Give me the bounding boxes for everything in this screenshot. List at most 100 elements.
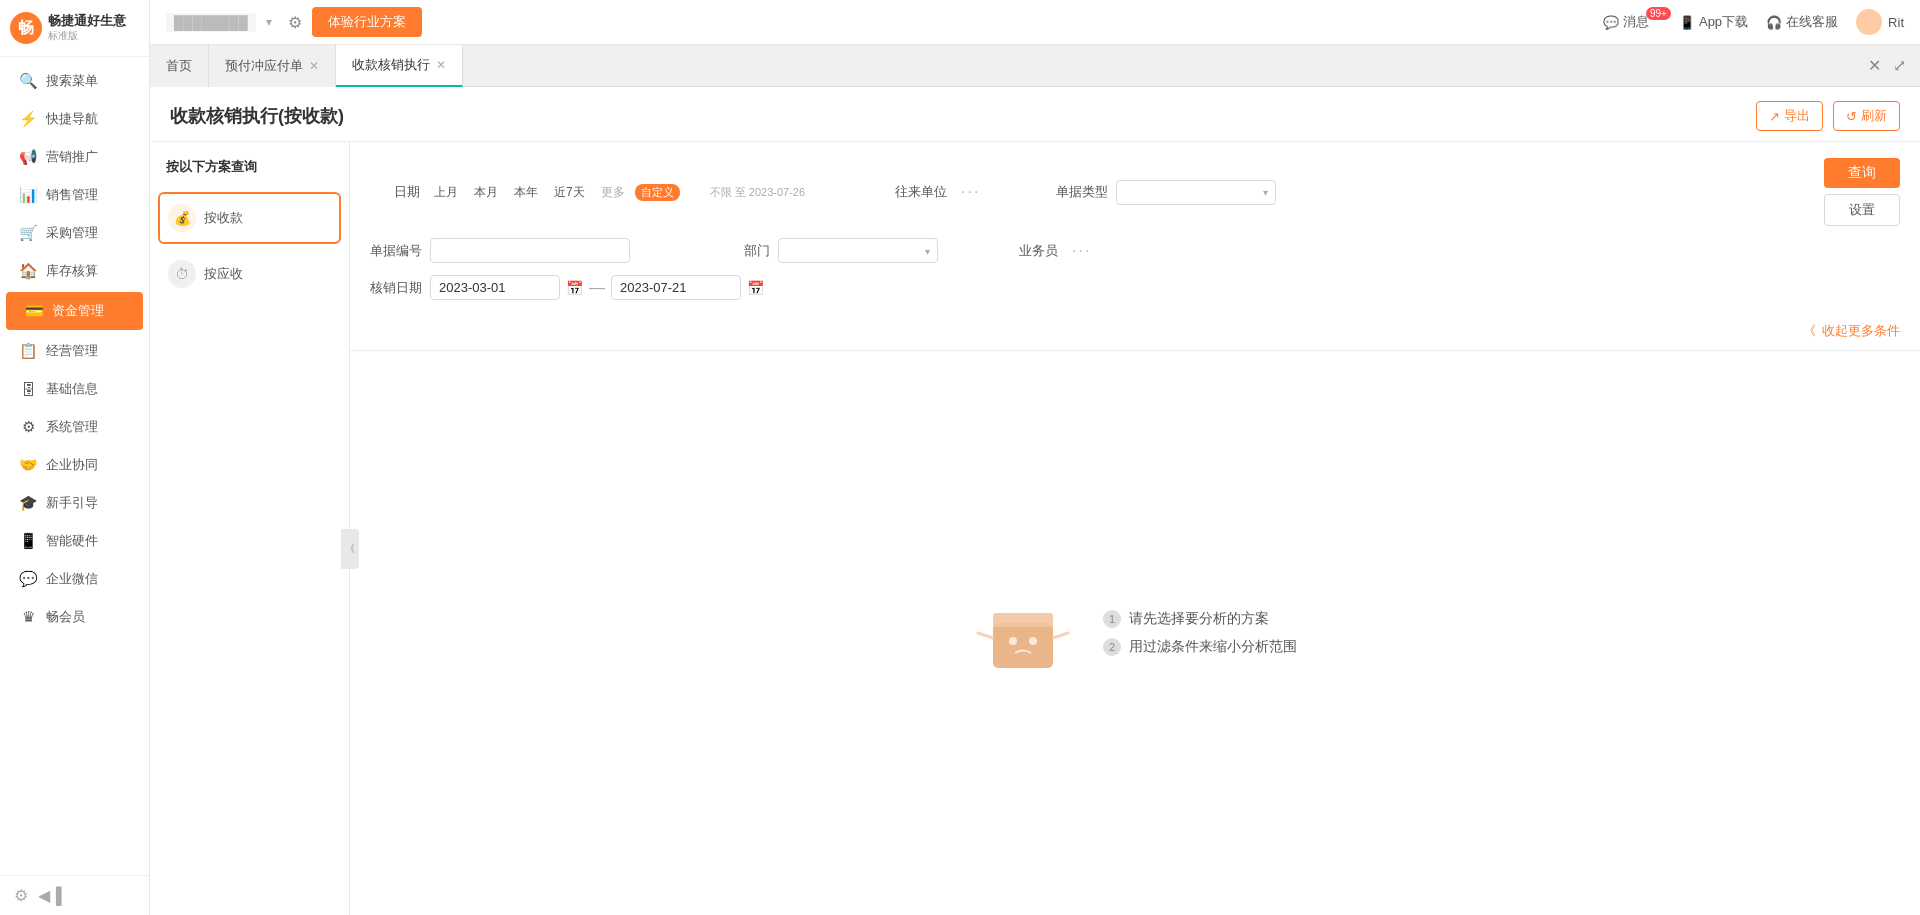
main-area: ████████ ▾ ⚙ 体验行业方案 💬 消息 99+ 📱 App下载 🎧 在…	[150, 0, 1920, 915]
sidebar-item-finance[interactable]: 💳 资金管理	[6, 292, 143, 330]
calendar-icon[interactable]: 📅	[566, 280, 583, 296]
topbar: ████████ ▾ ⚙ 体验行业方案 💬 消息 99+ 📱 App下载 🎧 在…	[150, 0, 1920, 45]
sidebar-item-wxwork[interactable]: 💬 企业微信	[0, 560, 149, 598]
sidebar-item-marketing[interactable]: 📢 营销推广	[0, 138, 149, 176]
calendar-icon[interactable]: 📅	[747, 280, 764, 296]
topbar-right: 💬 消息 99+ 📱 App下载 🎧 在线客服 Rit	[1603, 9, 1904, 35]
brand-edition: 标准版	[48, 29, 126, 43]
empty-hint-2-text: 用过滤条件来缩小分析范围	[1129, 638, 1297, 656]
dept-label: 部门	[720, 242, 770, 260]
bill-type-select[interactable]	[1116, 180, 1276, 205]
tab-label: 首页	[166, 57, 192, 75]
sidebar-item-hardware[interactable]: 📱 智能硬件	[0, 522, 149, 560]
purchase-icon: 🛒	[18, 224, 38, 242]
sidebar-item-basicinfo[interactable]: 🗄 基础信息	[0, 370, 149, 408]
service-label: 在线客服	[1786, 13, 1838, 31]
sidebar-item-label: 新手引导	[46, 494, 98, 512]
tab-home[interactable]: 首页	[150, 45, 209, 87]
collapse-sidebar-icon[interactable]: ◀▐	[38, 886, 61, 905]
filter-collapse-button[interactable]: 《	[341, 529, 359, 569]
sidebar-item-member[interactable]: ♛ 畅会员	[0, 598, 149, 636]
filter-item-by-receipt[interactable]: 💰 按收款	[158, 192, 341, 244]
finance-icon: 💳	[24, 302, 44, 320]
message-button[interactable]: 💬 消息 99+	[1603, 13, 1661, 31]
date-more-button[interactable]: 更多	[595, 182, 631, 203]
wxwork-icon: 💬	[18, 570, 38, 588]
sidebar-item-search[interactable]: 🔍 搜索菜单	[0, 62, 149, 100]
sidebar-item-sysconfig[interactable]: ⚙ 系统管理	[0, 408, 149, 446]
empty-hints: 1 请先选择要分析的方案 2 用过滤条件来缩小分析范围	[1103, 610, 1297, 656]
sidebar-item-label: 畅会员	[46, 608, 85, 626]
refresh-button[interactable]: ↺ 刷新	[1833, 101, 1900, 131]
filter-item-by-receivable[interactable]: ⏱ 按应收	[158, 248, 341, 300]
sidebar-bottom: ⚙ ◀▐	[0, 875, 149, 915]
bill-type-field: 单据类型 ▾	[1056, 180, 1276, 205]
filter-sidebar: 按以下方案查询 💰 按收款 ⏱ 按应收 《	[150, 142, 350, 915]
sidebar-item-collab[interactable]: 🤝 企业协同	[0, 446, 149, 484]
export-button[interactable]: ↗ 导出	[1756, 101, 1823, 131]
online-service-button[interactable]: 🎧 在线客服	[1766, 13, 1838, 31]
gear-icon[interactable]: ⚙	[288, 13, 302, 32]
sales-icon: 📊	[18, 186, 38, 204]
refresh-label: 刷新	[1861, 107, 1887, 125]
sidebar-item-purchase[interactable]: 🛒 采购管理	[0, 214, 149, 252]
hardware-icon: 📱	[18, 532, 38, 550]
svg-line-5	[1053, 633, 1068, 638]
sidebar-item-guide[interactable]: 🎓 新手引导	[0, 484, 149, 522]
date-custom-badge[interactable]: 自定义	[635, 184, 680, 201]
sidebar-nav: 🔍 搜索菜单 ⚡ 快捷导航 📢 营销推广 📊 销售管理 🛒 采购管理 🏠 库存核…	[0, 57, 149, 875]
sidebar-item-manage[interactable]: 📋 经营管理	[0, 332, 149, 370]
verify-date-end-input[interactable]	[611, 275, 741, 300]
sidebar-item-label: 库存核算	[46, 262, 98, 280]
date-last-month[interactable]: 上月	[428, 182, 464, 203]
logo-text-block: 畅捷通好生意 标准版	[48, 13, 126, 43]
sidebar-item-label: 经营管理	[46, 342, 98, 360]
filter-row-1: 日期 上月 本月 本年 近7天 更多 自定义	[370, 158, 1900, 226]
guide-icon: 🎓	[18, 494, 38, 512]
dept-select[interactable]	[778, 238, 938, 263]
verify-date-field: 核销日期 📅 — 📅	[370, 275, 764, 300]
bill-no-input[interactable]	[430, 238, 630, 263]
collab-icon: 🤝	[18, 456, 38, 474]
user-area[interactable]: Rit	[1856, 9, 1904, 35]
sidebar-item-label: 基础信息	[46, 380, 98, 398]
content-area: 按以下方案查询 💰 按收款 ⏱ 按应收 《	[150, 142, 1920, 915]
page-header: 收款核销执行(按收款) ↗ 导出 ↺ 刷新	[150, 87, 1920, 142]
counterparty-dots[interactable]: ···	[955, 183, 986, 201]
sidebar-item-inventory[interactable]: 🏠 库存核算	[0, 252, 149, 290]
sidebar-item-label: 快捷导航	[46, 110, 98, 128]
tab-prepay[interactable]: 预付冲应付单 ✕	[209, 45, 336, 87]
close-icon[interactable]: ✕	[436, 58, 446, 72]
close-tab-button[interactable]: ✕	[1864, 52, 1885, 79]
date-this-year[interactable]: 本年	[508, 182, 544, 203]
settings-button[interactable]: 设置	[1824, 194, 1900, 226]
sidebar-item-sales[interactable]: 📊 销售管理	[0, 176, 149, 214]
svg-point-2	[1009, 637, 1017, 645]
verify-date-start-input[interactable]	[430, 275, 560, 300]
collapse-more-button[interactable]: 《 收起更多条件	[1803, 322, 1900, 340]
date-this-month[interactable]: 本月	[468, 182, 504, 203]
message-icon: 💬	[1603, 15, 1619, 30]
expand-tab-button[interactable]: ⤢	[1889, 52, 1910, 79]
collapse-more-label: 收起更多条件	[1822, 322, 1900, 340]
filter-form-area: 日期 上月 本月 本年 近7天 更多 自定义	[350, 142, 1920, 351]
filter-sidebar-title: 按以下方案查询	[158, 154, 341, 180]
tab-collection[interactable]: 收款核销执行 ✕	[336, 45, 463, 87]
date-last-7days[interactable]: 近7天	[548, 182, 591, 203]
staff-dots[interactable]: ···	[1066, 242, 1097, 260]
chevron-down-icon[interactable]: ▾	[266, 15, 272, 29]
empty-hint-1-text: 请先选择要分析的方案	[1129, 610, 1269, 628]
settings-bottom-icon[interactable]: ⚙	[14, 886, 28, 905]
logo-icon: 畅	[10, 12, 42, 44]
close-icon[interactable]: ✕	[309, 59, 319, 73]
empty-hint-1: 1 请先选择要分析的方案	[1103, 610, 1297, 628]
solution-button[interactable]: 体验行业方案	[312, 7, 422, 37]
date-unlimit-text: 不限 至 2023-07-26	[710, 185, 805, 200]
message-label: 消息	[1623, 13, 1649, 31]
query-button[interactable]: 查询	[1824, 158, 1900, 188]
lightning-icon: ⚡	[18, 110, 38, 128]
receivable-icon: ⏱	[168, 260, 196, 288]
sidebar-item-quicknav[interactable]: ⚡ 快捷导航	[0, 100, 149, 138]
sidebar-item-label: 系统管理	[46, 418, 98, 436]
app-download-button[interactable]: 📱 App下载	[1679, 13, 1748, 31]
